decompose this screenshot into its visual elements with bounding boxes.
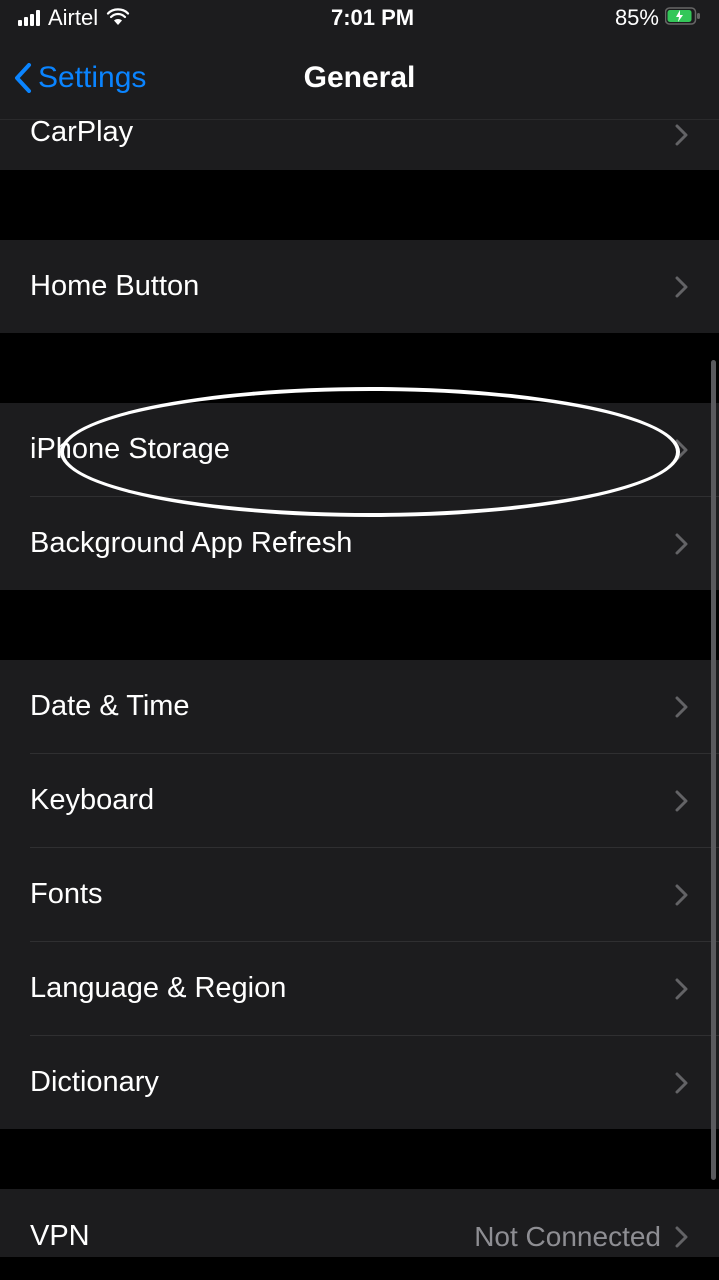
back-label: Settings xyxy=(38,61,146,95)
row-dictionary[interactable]: Dictionary xyxy=(0,1036,719,1129)
status-bar: Airtel 7:01 PM 85% xyxy=(0,0,719,36)
row-label: Keyboard xyxy=(30,784,154,817)
navigation-bar: Settings General xyxy=(0,36,719,120)
chevron-right-icon xyxy=(675,978,689,1000)
row-label: iPhone Storage xyxy=(30,433,230,466)
row-vpn[interactable]: VPN Not Connected xyxy=(0,1189,719,1257)
status-left: Airtel xyxy=(18,5,130,31)
status-time: 7:01 PM xyxy=(331,5,414,31)
status-right: 85% xyxy=(615,5,701,31)
chevron-right-icon xyxy=(675,124,689,146)
settings-list[interactable]: CarPlay Home Button iPhone Storage Backg… xyxy=(0,120,719,1280)
scroll-indicator[interactable] xyxy=(711,360,716,1180)
row-label: Date & Time xyxy=(30,690,190,723)
chevron-right-icon xyxy=(675,439,689,461)
chevron-left-icon xyxy=(14,63,32,93)
row-label: Background App Refresh xyxy=(30,527,352,560)
row-background-app-refresh[interactable]: Background App Refresh xyxy=(0,497,719,590)
row-date-time[interactable]: Date & Time xyxy=(0,660,719,753)
row-keyboard[interactable]: Keyboard xyxy=(0,754,719,847)
row-label: CarPlay xyxy=(30,120,133,149)
back-button[interactable]: Settings xyxy=(0,61,146,95)
row-label: VPN xyxy=(30,1220,90,1253)
row-language-region[interactable]: Language & Region xyxy=(0,942,719,1035)
row-label: Language & Region xyxy=(30,972,286,1005)
wifi-icon xyxy=(106,5,130,31)
cellular-signal-icon xyxy=(18,10,40,26)
chevron-right-icon xyxy=(675,276,689,298)
row-label: Fonts xyxy=(30,878,103,911)
chevron-right-icon xyxy=(675,1226,689,1248)
battery-charging-icon xyxy=(665,5,701,31)
chevron-right-icon xyxy=(675,1072,689,1094)
row-iphone-storage[interactable]: iPhone Storage xyxy=(0,403,719,496)
row-label: Dictionary xyxy=(30,1066,159,1099)
chevron-right-icon xyxy=(675,696,689,718)
row-value: Not Connected xyxy=(474,1221,661,1253)
chevron-right-icon xyxy=(675,884,689,906)
row-home-button[interactable]: Home Button xyxy=(0,240,719,333)
chevron-right-icon xyxy=(675,790,689,812)
chevron-right-icon xyxy=(675,533,689,555)
row-label: Home Button xyxy=(30,270,199,303)
row-fonts[interactable]: Fonts xyxy=(0,848,719,941)
carrier-label: Airtel xyxy=(48,5,98,31)
battery-percent: 85% xyxy=(615,5,659,31)
row-carplay[interactable]: CarPlay xyxy=(0,120,719,170)
page-title: General xyxy=(304,61,416,95)
